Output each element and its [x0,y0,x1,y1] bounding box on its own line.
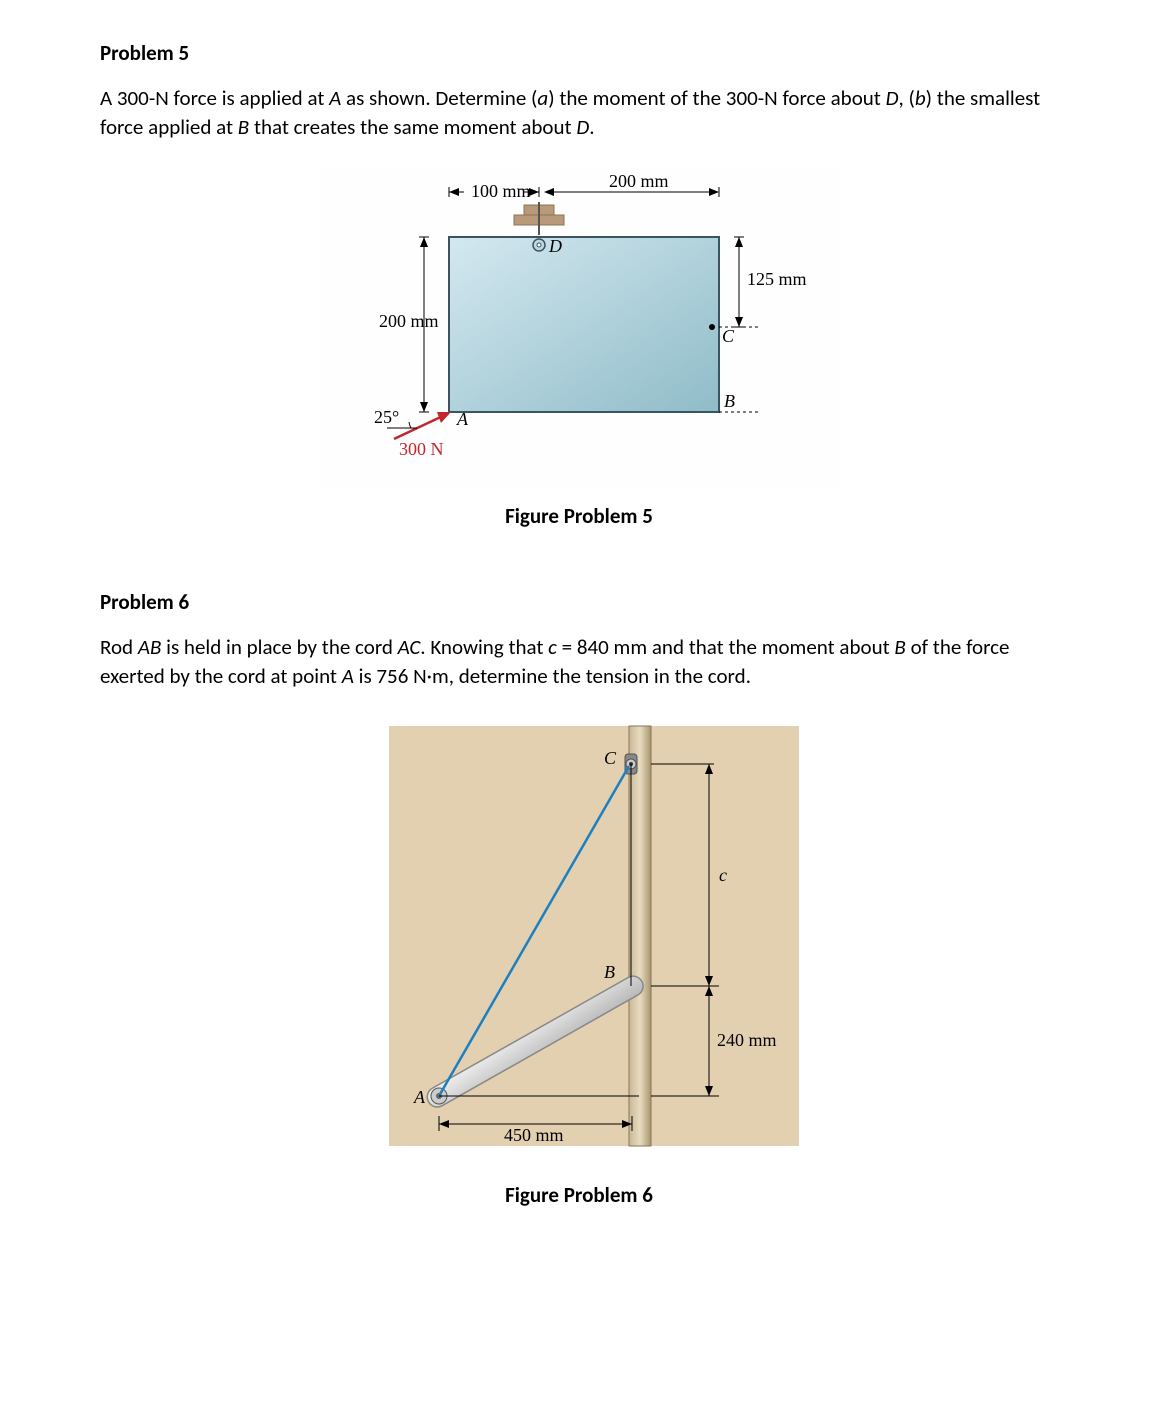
dim-200h: 200 mm [609,171,669,191]
problem-6-statement: Rod AB is held in place by the cord AC. … [100,633,1058,692]
dim-125: 125 mm [747,269,807,289]
force-300: 300 N [399,439,444,459]
dim-100: 100 mm [471,181,531,201]
problem-5-statement: A 300-N force is applied at A as shown. … [100,84,1058,143]
label-C-6: C [604,748,617,768]
problem-5-heading: Problem 5 [100,40,1058,66]
dim-200v: 200 mm [379,311,439,331]
dim-c: c [719,865,727,885]
figure-6-caption: Figure Problem 6 [100,1182,1058,1208]
label-D: D [548,236,562,256]
figure-6: C B A c 240 mm 450 mm Figure Problem 6 [100,716,1058,1208]
dim-240: 240 mm [717,1030,777,1050]
label-B: B [724,391,735,411]
label-B-6: B [604,962,615,982]
problem-6-heading: Problem 6 [100,589,1058,615]
label-A-6: A [413,1087,426,1107]
figure-5-caption: Figure Problem 5 [100,503,1058,529]
dim-450: 450 mm [504,1125,564,1145]
figure-5: 100 mm 200 mm D 200 mm C 125 mm B A 25° … [100,167,1058,529]
label-C: C [722,326,735,346]
label-A: A [456,409,469,429]
angle-25: 25° [374,407,399,427]
